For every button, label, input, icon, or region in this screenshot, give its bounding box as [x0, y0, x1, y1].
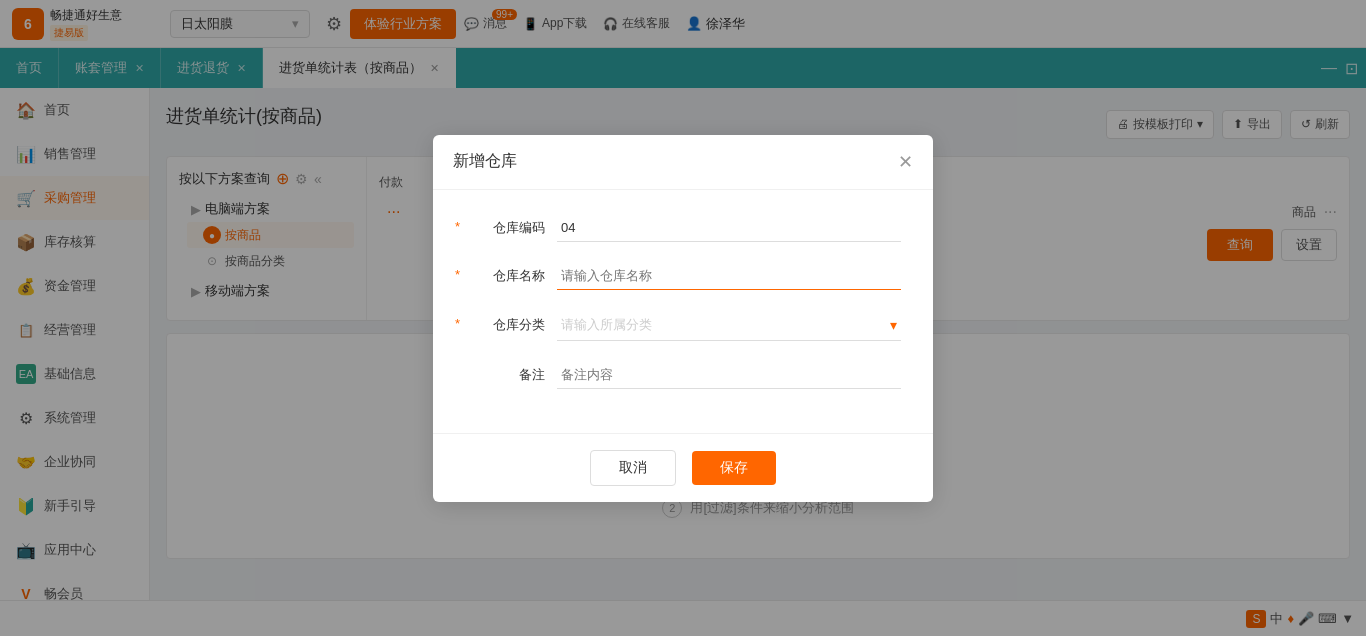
form-row-name: 仓库名称: [465, 262, 901, 290]
category-arrow-icon: ▾: [890, 317, 897, 333]
save-button[interactable]: 保存: [692, 451, 776, 485]
remark-input[interactable]: [557, 361, 901, 389]
name-label: 仓库名称: [465, 267, 545, 285]
name-input[interactable]: [557, 262, 901, 290]
modal-overlay[interactable]: 新增仓库 ✕ 仓库编码 仓库名称 仓库分类 请输入所属分类 ▾: [0, 0, 1366, 636]
form-row-category: 仓库分类 请输入所属分类 ▾: [465, 310, 901, 341]
category-label: 仓库分类: [465, 316, 545, 334]
modal-new-warehouse: 新增仓库 ✕ 仓库编码 仓库名称 仓库分类 请输入所属分类 ▾: [433, 135, 933, 502]
category-select[interactable]: 请输入所属分类 ▾: [557, 310, 901, 341]
remark-label: 备注: [465, 366, 545, 384]
code-input[interactable]: [557, 214, 901, 242]
modal-header: 新增仓库 ✕: [433, 135, 933, 190]
form-row-code: 仓库编码: [465, 214, 901, 242]
code-label: 仓库编码: [465, 219, 545, 237]
category-placeholder: 请输入所属分类: [561, 316, 652, 334]
modal-body: 仓库编码 仓库名称 仓库分类 请输入所属分类 ▾ 备注: [433, 190, 933, 433]
modal-title: 新增仓库: [453, 151, 517, 172]
cancel-button[interactable]: 取消: [590, 450, 676, 486]
form-row-remark: 备注: [465, 361, 901, 389]
modal-footer: 取消 保存: [433, 433, 933, 502]
modal-close-button[interactable]: ✕: [898, 151, 913, 173]
